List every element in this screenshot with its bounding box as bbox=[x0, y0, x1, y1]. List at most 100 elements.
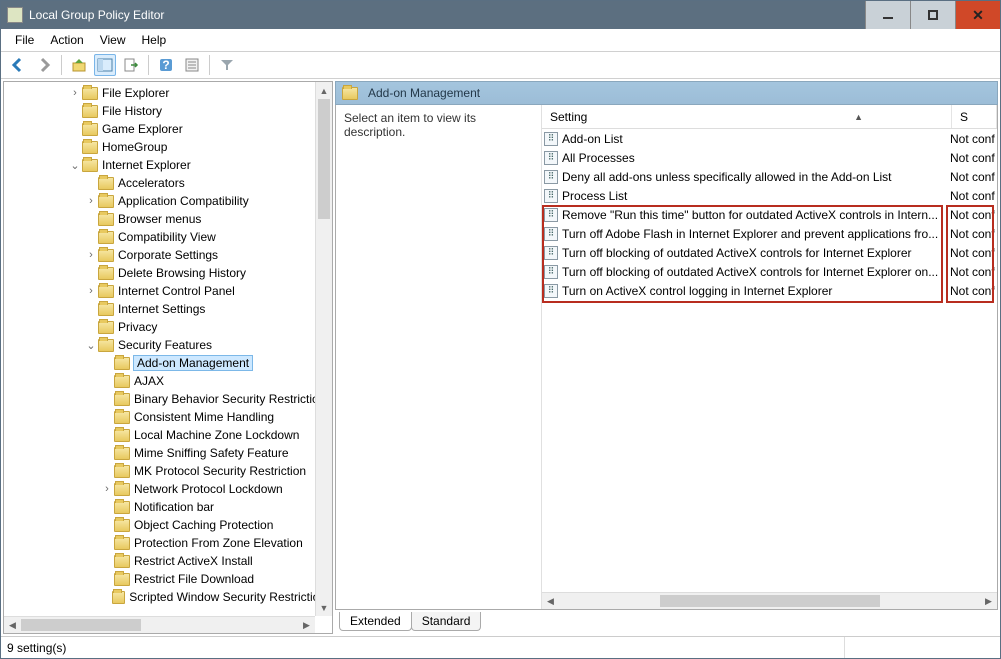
tree-item[interactable]: Delete Browsing History bbox=[4, 264, 332, 282]
help-button[interactable]: ? bbox=[155, 54, 177, 76]
menu-help[interactable]: Help bbox=[134, 31, 175, 49]
folder-icon bbox=[98, 177, 114, 190]
tree-item[interactable]: Browser menus bbox=[4, 210, 332, 228]
filter-button[interactable] bbox=[216, 54, 238, 76]
tree-item[interactable]: File History bbox=[4, 102, 332, 120]
folder-icon bbox=[112, 591, 126, 604]
setting-row[interactable]: Turn off blocking of outdated ActiveX co… bbox=[542, 262, 997, 281]
tree-item-label: Restrict ActiveX Install bbox=[134, 554, 253, 568]
folder-icon bbox=[114, 555, 130, 568]
setting-name: Turn off blocking of outdated ActiveX co… bbox=[562, 246, 950, 260]
tree-item-label: Binary Behavior Security Restrictions bbox=[134, 392, 331, 406]
policy-icon bbox=[544, 265, 558, 279]
folder-icon bbox=[98, 303, 114, 316]
tree-item[interactable]: Internet Control Panel bbox=[4, 282, 332, 300]
folder-icon bbox=[114, 429, 130, 442]
setting-row[interactable]: Deny all add-ons unless specifically all… bbox=[542, 167, 997, 186]
tree-item[interactable]: Scripted Window Security Restrictions bbox=[4, 588, 332, 606]
tree-item[interactable]: Restrict ActiveX Install bbox=[4, 552, 332, 570]
setting-name: Add-on List bbox=[562, 132, 950, 146]
menu-action[interactable]: Action bbox=[42, 31, 91, 49]
tree-item[interactable]: Local Machine Zone Lockdown bbox=[4, 426, 332, 444]
tree-expander-icon[interactable] bbox=[100, 483, 114, 495]
up-button[interactable] bbox=[68, 54, 90, 76]
setting-row[interactable]: Remove "Run this time" button for outdat… bbox=[542, 205, 997, 224]
tree-expander-icon[interactable] bbox=[68, 87, 82, 99]
tree-item[interactable]: HomeGroup bbox=[4, 138, 332, 156]
tree-horizontal-scrollbar[interactable]: ◀▶ bbox=[4, 616, 315, 633]
view-tabs: Extended Standard bbox=[335, 612, 998, 634]
folder-icon bbox=[82, 105, 98, 118]
tree-item[interactable]: MK Protocol Security Restriction bbox=[4, 462, 332, 480]
tree-item[interactable]: Internet Settings bbox=[4, 300, 332, 318]
column-state[interactable]: S bbox=[960, 110, 968, 124]
description-pane: Select an item to view its description. bbox=[336, 105, 541, 609]
tree-expander-icon[interactable] bbox=[84, 285, 98, 297]
setting-row[interactable]: Process ListNot configured bbox=[542, 186, 997, 205]
setting-row[interactable]: Turn off blocking of outdated ActiveX co… bbox=[542, 243, 997, 262]
tree-item[interactable]: Mime Sniffing Safety Feature bbox=[4, 444, 332, 462]
tree-expander-icon[interactable] bbox=[68, 159, 82, 172]
column-setting[interactable]: Setting bbox=[550, 110, 587, 124]
svg-text:?: ? bbox=[162, 58, 169, 72]
tree-expander-icon[interactable] bbox=[84, 195, 98, 207]
folder-icon bbox=[114, 537, 130, 550]
close-button[interactable]: ✕ bbox=[955, 1, 1000, 29]
tree-item-label: Protection From Zone Elevation bbox=[134, 536, 303, 550]
tree-item[interactable]: Compatibility View bbox=[4, 228, 332, 246]
tree-item[interactable]: Object Caching Protection bbox=[4, 516, 332, 534]
details-title: Add-on Management bbox=[368, 86, 480, 100]
tree-item[interactable]: AJAX bbox=[4, 372, 332, 390]
tree-item[interactable]: Game Explorer bbox=[4, 120, 332, 138]
back-button[interactable] bbox=[7, 54, 29, 76]
setting-state: Not configured bbox=[950, 227, 995, 241]
tree-expander-icon[interactable] bbox=[84, 339, 98, 352]
forward-button[interactable] bbox=[33, 54, 55, 76]
tree-item[interactable]: Add-on Management bbox=[4, 354, 332, 372]
tree-item[interactable]: Restrict File Download bbox=[4, 570, 332, 588]
setting-row[interactable]: Turn on ActiveX control logging in Inter… bbox=[542, 281, 997, 300]
tree-panel: File Explorer File History Game Explorer Ho… bbox=[3, 81, 333, 634]
tree-item-label: Security Features bbox=[118, 338, 212, 352]
menu-view[interactable]: View bbox=[92, 31, 134, 49]
minimize-button[interactable] bbox=[865, 1, 910, 29]
settings-horizontal-scrollbar[interactable]: ◀▶ bbox=[542, 592, 997, 609]
tree-item[interactable]: Protection From Zone Elevation bbox=[4, 534, 332, 552]
setting-state: Not configured bbox=[950, 284, 995, 298]
setting-row[interactable]: Add-on ListNot configured bbox=[542, 129, 997, 148]
maximize-button[interactable] bbox=[910, 1, 955, 29]
menu-file[interactable]: File bbox=[7, 31, 42, 49]
folder-icon bbox=[98, 213, 114, 226]
tree-item[interactable]: Network Protocol Lockdown bbox=[4, 480, 332, 498]
folder-icon bbox=[114, 411, 130, 424]
export-button[interactable] bbox=[120, 54, 142, 76]
tab-standard[interactable]: Standard bbox=[411, 612, 482, 631]
tree-vertical-scrollbar[interactable]: ▲▼ bbox=[315, 82, 332, 616]
tree-item[interactable]: Consistent Mime Handling bbox=[4, 408, 332, 426]
setting-row[interactable]: Turn off Adobe Flash in Internet Explore… bbox=[542, 224, 997, 243]
folder-icon bbox=[98, 285, 114, 298]
tree-item-label: AJAX bbox=[134, 374, 164, 388]
tree-item-label: File History bbox=[102, 104, 162, 118]
tree-item[interactable]: File Explorer bbox=[4, 84, 332, 102]
tree-item[interactable]: Notification bar bbox=[4, 498, 332, 516]
tree-item[interactable]: Privacy bbox=[4, 318, 332, 336]
tree-item[interactable]: Internet Explorer bbox=[4, 156, 332, 174]
policy-icon bbox=[544, 132, 558, 146]
properties-button[interactable] bbox=[181, 54, 203, 76]
tree-item-label: Internet Settings bbox=[118, 302, 205, 316]
tree-item[interactable]: Application Compatibility bbox=[4, 192, 332, 210]
tree-item[interactable]: Accelerators bbox=[4, 174, 332, 192]
app-icon bbox=[7, 7, 23, 23]
tree-item-label: Game Explorer bbox=[102, 122, 183, 136]
tree-item[interactable]: Security Features bbox=[4, 336, 332, 354]
tree-expander-icon[interactable] bbox=[84, 249, 98, 261]
settings-column-header[interactable]: Setting▲ S bbox=[542, 105, 997, 129]
tab-extended[interactable]: Extended bbox=[339, 612, 412, 631]
show-hide-tree-button[interactable] bbox=[94, 54, 116, 76]
setting-row[interactable]: All ProcessesNot configured bbox=[542, 148, 997, 167]
tree-item-label: Object Caching Protection bbox=[134, 518, 273, 532]
tree-item[interactable]: Binary Behavior Security Restrictions bbox=[4, 390, 332, 408]
setting-state: Not configured bbox=[950, 151, 995, 165]
tree-item[interactable]: Corporate Settings bbox=[4, 246, 332, 264]
